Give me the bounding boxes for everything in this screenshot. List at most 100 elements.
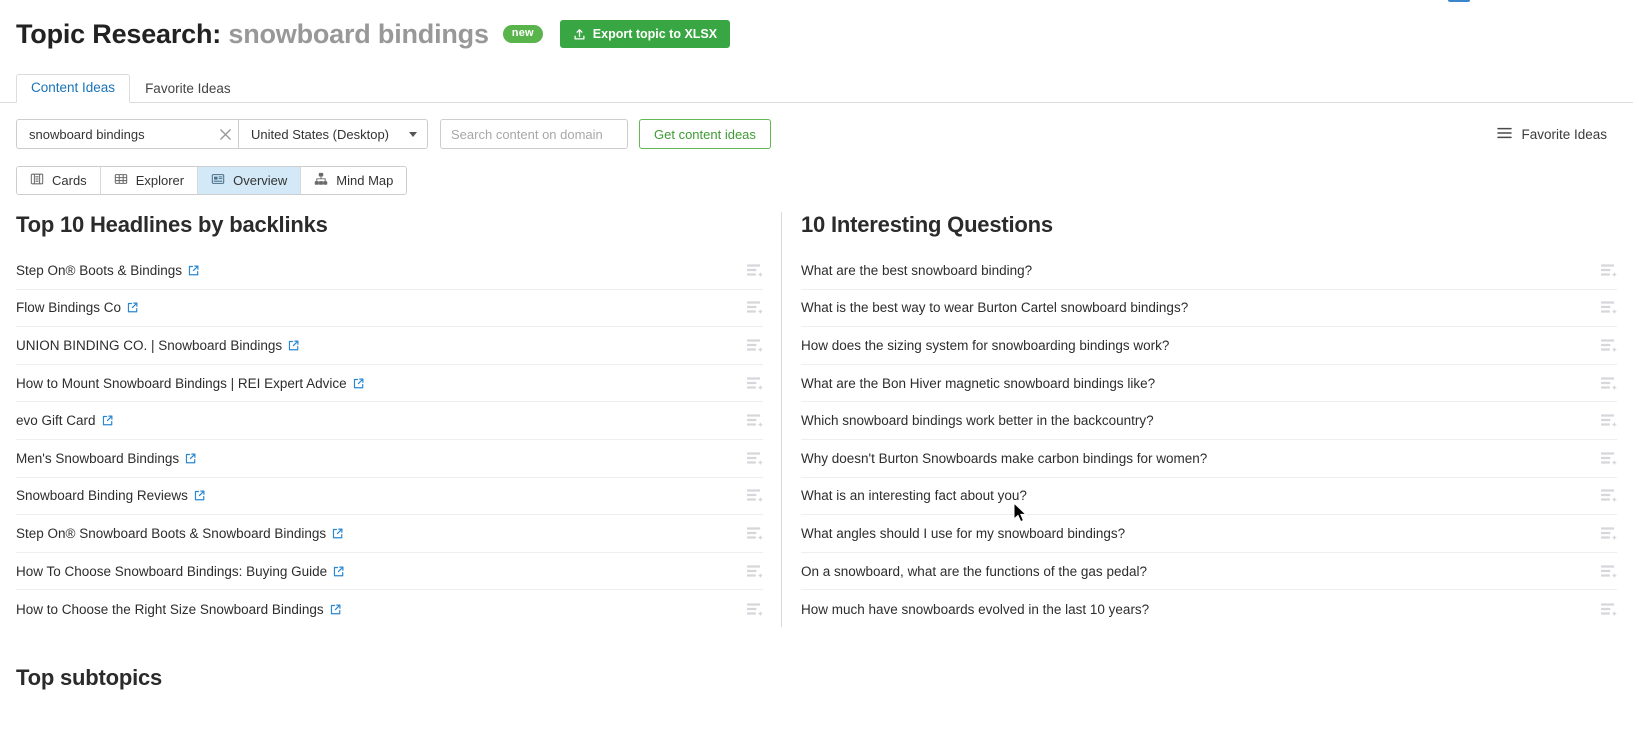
list-item[interactable]: Flow Bindings Co xyxy=(16,290,763,328)
page-header: Topic Research: snowboard bindings new E… xyxy=(0,10,1633,58)
list-item[interactable]: What are the best snowboard binding? xyxy=(801,252,1617,290)
add-to-list-icon[interactable] xyxy=(1600,263,1617,278)
list-item[interactable]: UNION BINDING CO. | Snowboard Bindings xyxy=(16,327,763,365)
view-mind-map[interactable]: Mind Map xyxy=(301,167,406,194)
add-to-list-icon[interactable] xyxy=(1600,300,1617,315)
add-to-list-icon[interactable] xyxy=(1600,564,1617,579)
headline-text: Step On® Snowboard Boots & Snowboard Bin… xyxy=(16,526,343,541)
external-link-icon[interactable] xyxy=(188,265,199,276)
question-text: Why doesn't Burton Snowboards make carbo… xyxy=(801,451,1207,466)
headline-label: How to Choose the Right Size Snowboard B… xyxy=(16,602,324,617)
add-to-list-icon[interactable] xyxy=(746,451,763,466)
question-label: How much have snowboards evolved in the … xyxy=(801,602,1149,617)
list-item[interactable]: What are the Bon Hiver magnetic snowboar… xyxy=(801,365,1617,403)
view-cards[interactable]: Cards xyxy=(17,167,101,194)
headline-label: Men's Snowboard Bindings xyxy=(16,451,179,466)
questions-panel: 10 Interesting Questions What are the be… xyxy=(782,212,1633,637)
list-icon xyxy=(1497,127,1512,142)
headlines-list: Step On® Boots & Bindings Flow Bindings C… xyxy=(16,252,763,628)
external-link-icon[interactable] xyxy=(332,528,343,539)
keyword-input[interactable] xyxy=(17,120,212,148)
view-overview-label: Overview xyxy=(233,173,287,188)
add-to-list-icon[interactable] xyxy=(746,602,763,617)
tab-favorite-ideas[interactable]: Favorite Ideas xyxy=(130,75,246,103)
add-to-list-icon[interactable] xyxy=(746,413,763,428)
clear-keyword-icon[interactable] xyxy=(212,120,238,148)
external-link-icon[interactable] xyxy=(330,604,341,615)
export-topic-label: Export topic to XLSX xyxy=(593,27,717,41)
question-label: Which snowboard bindings work better in … xyxy=(801,413,1154,428)
list-item[interactable]: On a snowboard, what are the functions o… xyxy=(801,553,1617,591)
export-icon xyxy=(573,28,586,41)
external-link-icon[interactable] xyxy=(353,378,364,389)
external-link-icon[interactable] xyxy=(333,566,344,577)
add-to-list-icon[interactable] xyxy=(1600,451,1617,466)
headline-text: Flow Bindings Co xyxy=(16,300,138,315)
add-to-list-icon[interactable] xyxy=(746,300,763,315)
view-mode-toggle: Cards Explorer Overview xyxy=(16,166,407,195)
list-item[interactable]: Snowboard Binding Reviews xyxy=(16,478,763,516)
headline-label: How To Choose Snowboard Bindings: Buying… xyxy=(16,564,327,579)
tab-content-ideas[interactable]: Content Ideas xyxy=(16,74,130,103)
add-to-list-icon[interactable] xyxy=(1600,526,1617,541)
add-to-list-icon[interactable] xyxy=(746,263,763,278)
question-text: What angles should I use for my snowboar… xyxy=(801,526,1125,541)
location-select[interactable]: United States (Desktop) xyxy=(239,120,427,148)
question-label: What angles should I use for my snowboar… xyxy=(801,526,1125,541)
list-item[interactable]: Step On® Snowboard Boots & Snowboard Bin… xyxy=(16,515,763,553)
list-item[interactable]: Men's Snowboard Bindings xyxy=(16,440,763,478)
list-item[interactable]: How to Choose the Right Size Snowboard B… xyxy=(16,590,763,628)
external-link-icon[interactable] xyxy=(102,415,113,426)
view-overview[interactable]: Overview xyxy=(198,167,301,194)
add-to-list-icon[interactable] xyxy=(1600,602,1617,617)
list-item[interactable]: Which snowboard bindings work better in … xyxy=(801,402,1617,440)
page-title-prefix: Topic Research: xyxy=(16,19,221,49)
list-item[interactable]: How much have snowboards evolved in the … xyxy=(801,590,1617,628)
external-link-icon[interactable] xyxy=(185,453,196,464)
question-label: On a snowboard, what are the functions o… xyxy=(801,564,1147,579)
domain-search-input[interactable] xyxy=(440,119,628,149)
add-to-list-icon[interactable] xyxy=(1600,488,1617,503)
favorite-ideas-link[interactable]: Favorite Ideas xyxy=(1497,127,1617,142)
mindmap-icon xyxy=(314,172,328,189)
list-item[interactable]: How To Choose Snowboard Bindings: Buying… xyxy=(16,553,763,591)
external-link-icon[interactable] xyxy=(288,340,299,351)
get-content-ideas-button[interactable]: Get content ideas xyxy=(639,119,771,149)
question-label: What is an interesting fact about you? xyxy=(801,488,1027,503)
questions-title: 10 Interesting Questions xyxy=(801,212,1617,238)
question-label: What are the Bon Hiver magnetic snowboar… xyxy=(801,376,1155,391)
headlines-panel: Top 10 Headlines by backlinks Step On® B… xyxy=(0,212,781,637)
external-link-icon[interactable] xyxy=(194,490,205,501)
headline-text: Step On® Boots & Bindings xyxy=(16,263,199,278)
headline-label: evo Gift Card xyxy=(16,413,96,428)
list-item[interactable]: evo Gift Card xyxy=(16,402,763,440)
headline-label: Snowboard Binding Reviews xyxy=(16,488,188,503)
chevron-down-icon xyxy=(409,132,417,137)
add-to-list-icon[interactable] xyxy=(1600,413,1617,428)
external-link-icon[interactable] xyxy=(127,302,138,313)
add-to-list-icon[interactable] xyxy=(746,376,763,391)
add-to-list-icon[interactable] xyxy=(746,526,763,541)
add-to-list-icon[interactable] xyxy=(746,564,763,579)
list-item[interactable]: How to Mount Snowboard Bindings | REI Ex… xyxy=(16,365,763,403)
view-cards-label: Cards xyxy=(52,173,87,188)
list-item[interactable]: How does the sizing system for snowboard… xyxy=(801,327,1617,365)
page-title-keyword: snowboard bindings xyxy=(228,19,488,49)
list-item[interactable]: What is an interesting fact about you? xyxy=(801,478,1617,516)
add-to-list-icon[interactable] xyxy=(746,488,763,503)
list-item[interactable]: Why doesn't Burton Snowboards make carbo… xyxy=(801,440,1617,478)
headline-label: UNION BINDING CO. | Snowboard Bindings xyxy=(16,338,282,353)
headline-text: How To Choose Snowboard Bindings: Buying… xyxy=(16,564,344,579)
add-to-list-icon[interactable] xyxy=(1600,376,1617,391)
view-explorer[interactable]: Explorer xyxy=(101,167,198,194)
list-item[interactable]: Step On® Boots & Bindings xyxy=(16,252,763,290)
list-item[interactable]: What is the best way to wear Burton Cart… xyxy=(801,290,1617,328)
export-topic-button[interactable]: Export topic to XLSX xyxy=(560,20,730,48)
page-title: Topic Research: snowboard bindings xyxy=(16,19,489,50)
headline-text: evo Gift Card xyxy=(16,413,113,428)
overview-columns: Top 10 Headlines by backlinks Step On® B… xyxy=(0,212,1633,637)
add-to-list-icon[interactable] xyxy=(746,338,763,353)
add-to-list-icon[interactable] xyxy=(1600,338,1617,353)
topic-research-page: Topic Research: snowboard bindings new E… xyxy=(0,0,1633,731)
list-item[interactable]: What angles should I use for my snowboar… xyxy=(801,515,1617,553)
